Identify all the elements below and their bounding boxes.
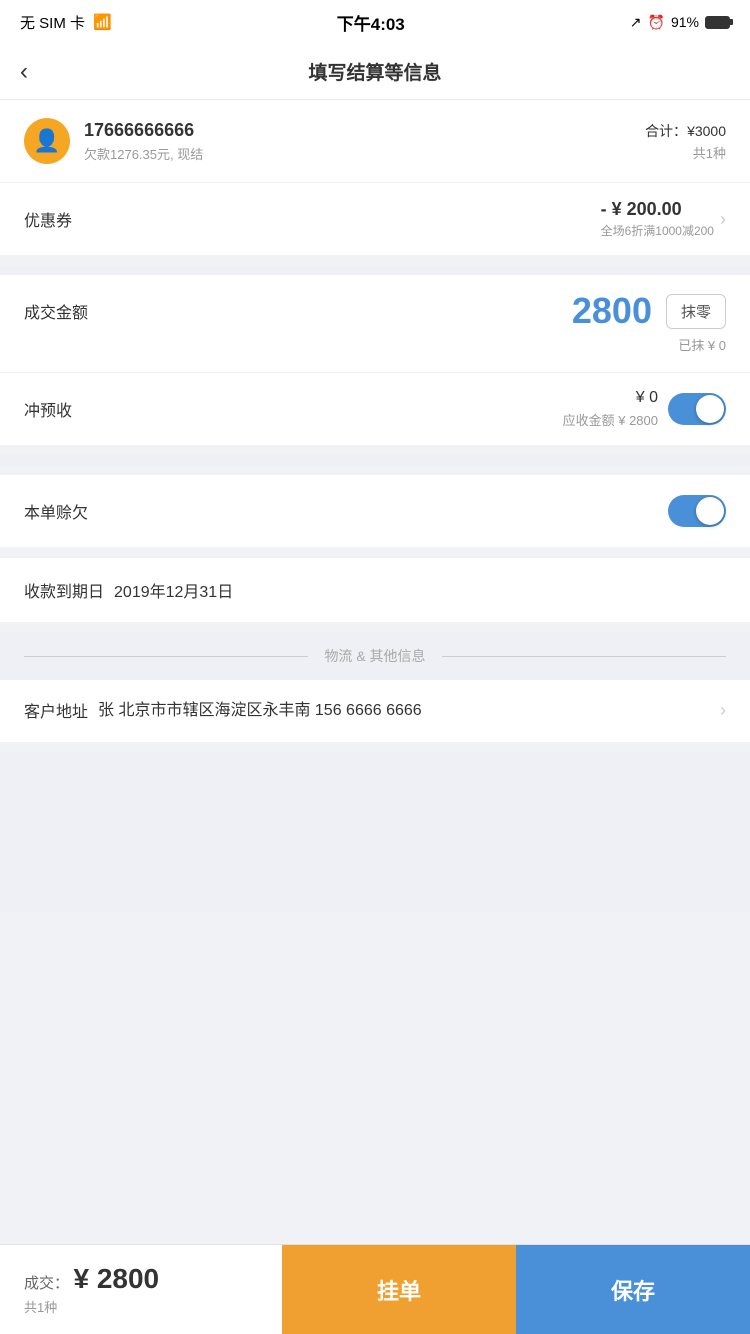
prepay-right: ¥ 0 应收金额 ¥ 2800 xyxy=(563,389,726,429)
status-time: 下午4:03 xyxy=(337,10,405,35)
status-bar: 无 SIM 卡 📶 下午4:03 ↗ ⏰ 91% xyxy=(0,0,750,44)
divider-line-left xyxy=(24,656,308,657)
customer-right: 合计：¥3000 共1种 xyxy=(645,121,726,162)
debt-section: 本单赊欠 xyxy=(0,475,750,547)
prepay-amount: ¥ 0 xyxy=(563,389,658,407)
total-count: 共1种 xyxy=(645,143,726,162)
prepay-section: 冲预收 ¥ 0 应收金额 ¥ 2800 xyxy=(0,372,750,445)
logistics-divider: 物流 & 其他信息 xyxy=(0,632,750,680)
customer-phone: 17666666666 xyxy=(84,120,203,141)
customer-left: 👤 17666666666 欠款1276.35元, 现结 xyxy=(24,118,203,164)
coupon-chevron: › xyxy=(720,209,726,230)
amount-right: 2800 抹零 xyxy=(572,293,726,329)
bottom-bar: 成交： ¥ 2800 共1种 挂单 保存 xyxy=(0,1244,750,1334)
coupon-label: 优惠券 xyxy=(24,207,72,231)
prepay-sub: 应收金额 ¥ 2800 xyxy=(563,410,658,429)
grey-area xyxy=(0,752,750,912)
customer-info: 17666666666 欠款1276.35元, 现结 xyxy=(84,120,203,163)
debt-toggle-knob xyxy=(696,497,724,525)
customer-row: 👤 17666666666 欠款1276.35元, 现结 合计：¥3000 共1… xyxy=(0,100,750,182)
avatar-icon: 👤 xyxy=(33,128,60,154)
deal-label: 成交： xyxy=(24,1275,69,1292)
debt-toggle[interactable] xyxy=(668,495,726,527)
customer-card: 👤 17666666666 欠款1276.35元, 现结 合计：¥3000 共1… xyxy=(0,100,750,255)
status-right: ↗ ⏰ 91% xyxy=(630,14,730,31)
round-button[interactable]: 抹零 xyxy=(666,294,726,329)
back-button[interactable]: ‹ xyxy=(20,58,28,86)
address-chevron: › xyxy=(720,700,726,721)
separator-1 xyxy=(0,265,750,275)
deal-count: 共1种 xyxy=(24,1297,258,1316)
coupon-row[interactable]: 优惠券 - ¥ 200.00 全场6折满1000减200 › xyxy=(0,182,750,255)
amount-section: 成交金额 2800 抹零 已抹 ¥ 0 xyxy=(0,275,750,372)
status-left: 无 SIM 卡 📶 xyxy=(20,12,112,33)
coupon-discount: - ¥ 200.00 xyxy=(601,199,714,220)
deal-amount: ¥ 2800 xyxy=(73,1263,159,1294)
save-button[interactable]: 保存 xyxy=(516,1245,750,1334)
customer-sub: 欠款1276.35元, 现结 xyxy=(84,144,203,163)
battery-label: 91% xyxy=(671,14,699,30)
coupon-desc: 全场6折满1000减200 xyxy=(601,222,714,239)
coupon-right: - ¥ 200.00 全场6折满1000减200 › xyxy=(601,199,726,239)
address-text: 张 北京市市辖区海淀区永丰南 156 6666 6666 xyxy=(98,698,710,724)
due-section: 收款到期日 2019年12月31日 xyxy=(0,557,750,622)
divider-line-right xyxy=(442,656,726,657)
separator-2 xyxy=(0,455,750,465)
amount-label: 成交金额 xyxy=(24,299,88,323)
wifi-icon: 📶 xyxy=(93,13,112,31)
main-content: 👤 17666666666 欠款1276.35元, 现结 合计：¥3000 共1… xyxy=(0,100,750,1002)
hang-button[interactable]: 挂单 xyxy=(282,1245,516,1334)
page-title: 填写结算等信息 xyxy=(308,58,441,85)
logistics-label: 物流 & 其他信息 xyxy=(324,646,425,666)
carrier-label: 无 SIM 卡 xyxy=(20,12,85,33)
battery-icon xyxy=(705,16,730,29)
nav-bar: ‹ 填写结算等信息 xyxy=(0,44,750,100)
avatar: 👤 xyxy=(24,118,70,164)
amount-value: 2800 xyxy=(572,293,652,329)
address-section[interactable]: 客户地址 张 北京市市辖区海淀区永丰南 156 6666 6666 › xyxy=(0,680,750,742)
alarm-icon: ⏰ xyxy=(648,14,665,31)
amount-sub: 已抹 ¥ 0 xyxy=(24,335,726,354)
prepay-row: 冲预收 ¥ 0 应收金额 ¥ 2800 xyxy=(24,389,726,429)
prepay-label: 冲预收 xyxy=(24,397,72,421)
total-label: 合计：¥3000 xyxy=(645,121,726,141)
address-label: 客户地址 xyxy=(24,698,88,722)
debt-label: 本单赊欠 xyxy=(24,499,88,523)
prepay-toggle[interactable] xyxy=(668,393,726,425)
bottom-left: 成交： ¥ 2800 共1种 xyxy=(0,1263,282,1316)
due-label: 收款到期日 xyxy=(24,578,104,602)
toggle-knob xyxy=(696,395,724,423)
location-icon: ↗ xyxy=(630,14,642,31)
amount-row: 成交金额 2800 抹零 xyxy=(24,293,726,329)
due-date: 2019年12月31日 xyxy=(114,578,233,602)
